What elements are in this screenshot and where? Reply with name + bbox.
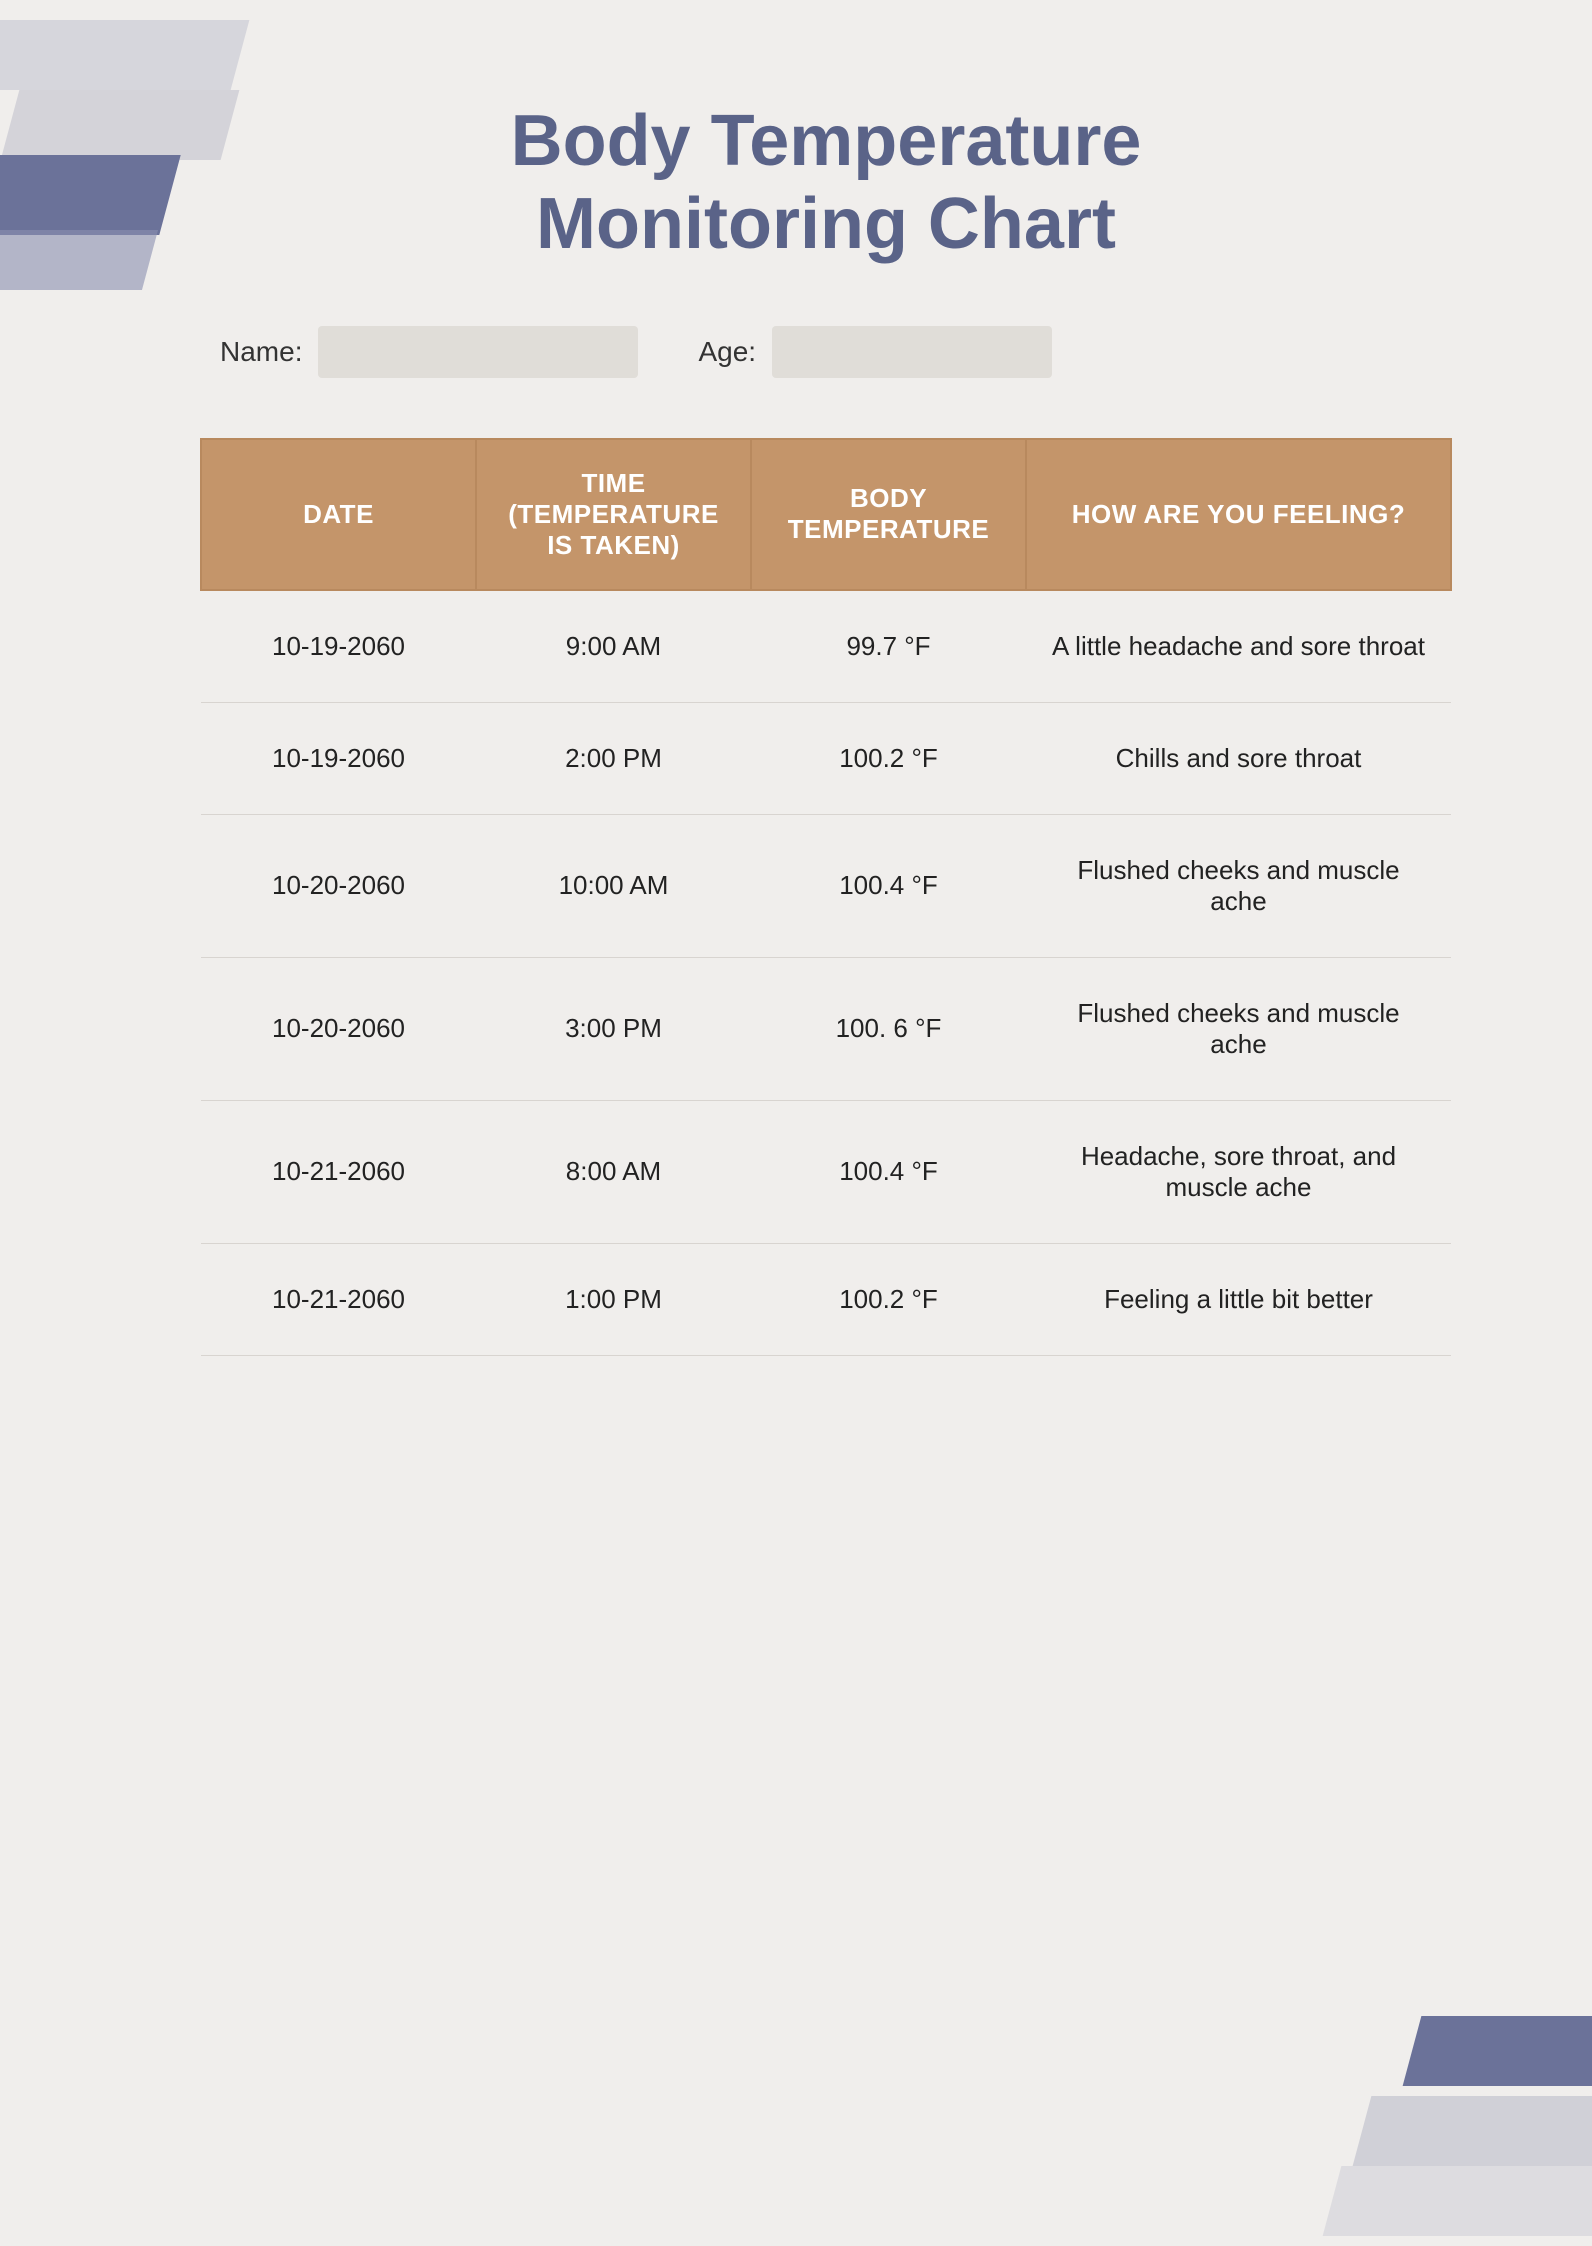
cell-temp: 100.4 °F [751,1100,1026,1243]
cell-time: 2:00 PM [476,702,751,814]
cell-temp: 99.7 °F [751,590,1026,703]
age-input[interactable] [772,326,1052,378]
cell-time: 8:00 AM [476,1100,751,1243]
cell-feeling: Feeling a little bit better [1026,1243,1451,1355]
age-field-group: Age: [698,326,1052,378]
table-header-row: DATE TIME (TEMPERATURE IS TAKEN) BODY TE… [201,439,1451,590]
cell-date: 10-20-2060 [201,957,476,1100]
cell-date: 10-20-2060 [201,814,476,957]
cell-date: 10-21-2060 [201,1243,476,1355]
cell-date: 10-19-2060 [201,702,476,814]
name-input[interactable] [318,326,638,378]
table-row: 10-21-20601:00 PM100.2 °FFeeling a littl… [201,1243,1451,1355]
header-feeling: HOW ARE YOU FEELING? [1026,439,1451,590]
header-temp: BODY TEMPERATURE [751,439,1026,590]
decorative-bottom-right [1272,1926,1592,2246]
temperature-table: DATE TIME (TEMPERATURE IS TAKEN) BODY TE… [200,438,1452,1356]
cell-date: 10-19-2060 [201,590,476,703]
table-row: 10-20-20603:00 PM100. 6 °FFlushed cheeks… [201,957,1451,1100]
cell-temp: 100.2 °F [751,1243,1026,1355]
table-row: 10-19-20609:00 AM99.7 °FA little headach… [201,590,1451,703]
cell-time: 10:00 AM [476,814,751,957]
cell-feeling: A little headache and sore throat [1026,590,1451,703]
cell-temp: 100.2 °F [751,702,1026,814]
cell-date: 10-21-2060 [201,1100,476,1243]
deco-shape-6 [1353,2096,1592,2166]
header-time: TIME (TEMPERATURE IS TAKEN) [476,439,751,590]
table-row: 10-20-206010:00 AM100.4 °FFlushed cheeks… [201,814,1451,957]
cell-temp: 100. 6 °F [751,957,1026,1100]
table-row: 10-19-20602:00 PM100.2 °FChills and sore… [201,702,1451,814]
deco-shape-7 [1323,2166,1592,2236]
cell-time: 9:00 AM [476,590,751,703]
cell-feeling: Chills and sore throat [1026,702,1451,814]
cell-feeling: Flushed cheeks and muscle ache [1026,957,1451,1100]
form-section: Name: Age: [200,326,1452,378]
cell-feeling: Headache, sore throat, and muscle ache [1026,1100,1451,1243]
cell-time: 3:00 PM [476,957,751,1100]
header-date: DATE [201,439,476,590]
age-label: Age: [698,336,756,368]
name-field-group: Name: [220,326,638,378]
cell-temp: 100.4 °F [751,814,1026,957]
deco-shape-5 [1403,2016,1592,2086]
cell-feeling: Flushed cheeks and muscle ache [1026,814,1451,957]
page-title: Body Temperature Monitoring Chart [200,100,1452,266]
name-label: Name: [220,336,302,368]
table-row: 10-21-20608:00 AM100.4 °FHeadache, sore … [201,1100,1451,1243]
cell-time: 1:00 PM [476,1243,751,1355]
